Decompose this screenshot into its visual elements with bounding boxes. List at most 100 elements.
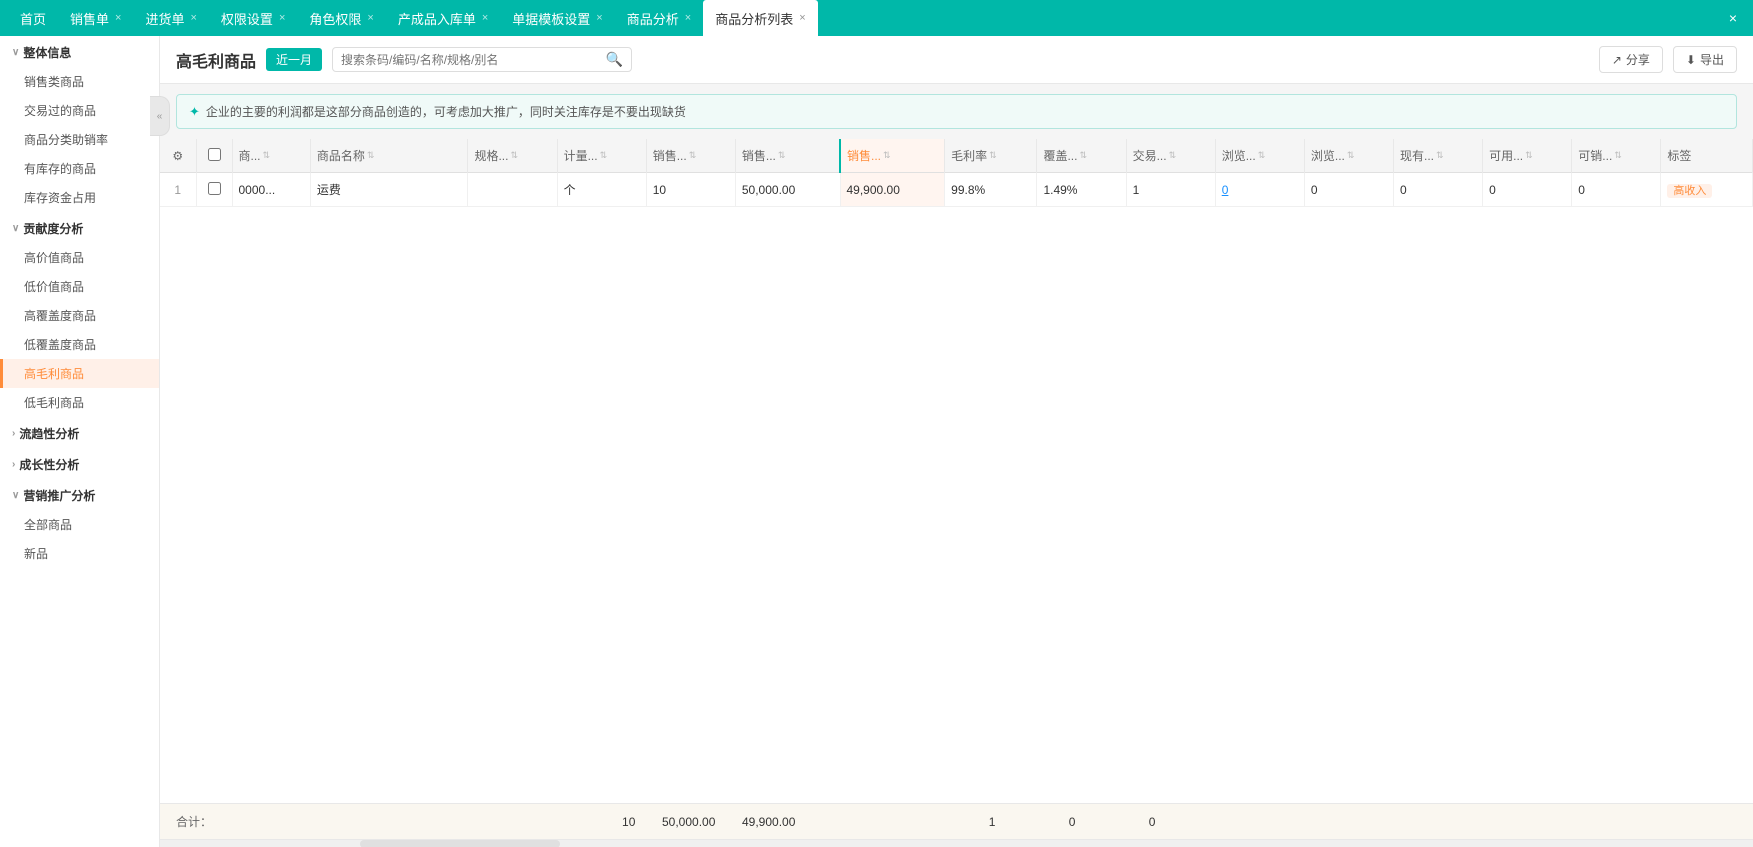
time-filter-button[interactable]: 近一月: [266, 48, 322, 71]
close-purchase-order[interactable]: ×: [190, 12, 196, 24]
sort-sales-qty-icon: ⇅: [689, 150, 697, 161]
col-checkbox-header[interactable]: [196, 139, 232, 173]
product-name-cell: 运费: [310, 173, 468, 207]
sidebar-item-sales-products[interactable]: 销售类商品: [0, 67, 159, 96]
col-name-header[interactable]: 商品名称 ⇅: [310, 139, 468, 173]
products-table: ⚙ 商... ⇅ 商品名称: [160, 139, 1753, 207]
col-sales-qty-header[interactable]: 销售... ⇅: [646, 139, 735, 173]
col-browse2-header[interactable]: 浏览... ⇅: [1304, 139, 1393, 173]
col-sales-profit-header[interactable]: 销售... ⇅: [840, 139, 945, 173]
col-saleable-header[interactable]: 可销... ⇅: [1572, 139, 1661, 173]
sidebar-item-high-coverage[interactable]: 高覆盖度商品: [0, 301, 159, 330]
search-icon[interactable]: 🔍: [606, 51, 623, 68]
search-box[interactable]: 🔍: [332, 47, 632, 72]
window-close-icon[interactable]: ×: [1729, 10, 1737, 26]
sort-spec-icon: ⇅: [510, 150, 518, 161]
sidebar-item-new-products[interactable]: 新品: [0, 539, 159, 568]
col-current-stock-header[interactable]: 现有... ⇅: [1394, 139, 1483, 173]
close-product-analysis[interactable]: ×: [685, 12, 691, 24]
current-stock-cell: 0: [1394, 173, 1483, 207]
close-roles[interactable]: ×: [367, 12, 373, 24]
col-coverage-header[interactable]: 覆盖... ⇅: [1037, 139, 1126, 173]
sort-coverage-icon: ⇅: [1079, 150, 1087, 161]
col-spec-header[interactable]: 规格... ⇅: [468, 139, 557, 173]
sidebar-item-high-margin[interactable]: 高毛利商品: [0, 359, 159, 388]
nav-product-analysis[interactable]: 商品分析 ×: [615, 0, 703, 36]
nav-products-inbound[interactable]: 产成品入库单 ×: [386, 0, 500, 36]
footer-sales-profit: 49,900.00: [722, 815, 802, 829]
nav-roles[interactable]: 角色权限 ×: [297, 0, 385, 36]
share-button[interactable]: ↗ 分享: [1599, 46, 1663, 73]
col-unit-header[interactable]: 计量... ⇅: [557, 139, 646, 173]
nav-home[interactable]: 首页: [8, 0, 58, 36]
coverage-cell: 1.49%: [1037, 173, 1126, 207]
horizontal-scrollbar[interactable]: [160, 839, 1753, 847]
scrollbar-thumb[interactable]: [360, 840, 560, 847]
sidebar-item-low-coverage[interactable]: 低覆盖度商品: [0, 330, 159, 359]
expand-growth-icon: ›: [12, 459, 15, 470]
footer-transactions: 1: [802, 815, 1002, 829]
sort-code-icon: ⇅: [263, 150, 271, 161]
content-header: 高毛利商品 近一月 🔍 ↗ 分享 ⬇ 导出: [160, 36, 1753, 84]
available-cell: 0: [1483, 173, 1572, 207]
info-banner: ✦ 企业的主要的利润都是这部分商品创造的，可考虑加大推广，同时关注库存是不要出现…: [176, 94, 1737, 129]
col-sales-amount-header[interactable]: 销售... ⇅: [735, 139, 840, 173]
page-title: 高毛利商品: [176, 48, 256, 72]
col-tag-header[interactable]: 标签: [1661, 139, 1753, 173]
sidebar-item-in-stock-products[interactable]: 有库存的商品: [0, 154, 159, 183]
tag-cell: 高收入: [1661, 173, 1753, 207]
footer-sales-qty: 10: [232, 815, 642, 829]
product-unit-cell: 个: [557, 173, 646, 207]
sidebar-item-low-value[interactable]: 低价值商品: [0, 272, 159, 301]
sort-unit-icon: ⇅: [600, 150, 608, 161]
row-checkbox[interactable]: [208, 182, 221, 195]
high-income-tag: 高收入: [1667, 184, 1712, 198]
col-code-header[interactable]: 商... ⇅: [232, 139, 310, 173]
row-num-cell: 1: [160, 173, 196, 207]
nav-permissions[interactable]: 权限设置 ×: [209, 0, 297, 36]
nav-sales-order[interactable]: 销售单 ×: [58, 0, 133, 36]
close-product-analysis-list[interactable]: ×: [799, 12, 805, 24]
nav-template-settings[interactable]: 单据模板设置 ×: [500, 0, 614, 36]
row-checkbox-cell[interactable]: [196, 173, 232, 207]
sidebar-item-stock-capital[interactable]: 库存资金占用: [0, 183, 159, 212]
sidebar-item-category-rate[interactable]: 商品分类助销率: [0, 125, 159, 154]
close-template-settings[interactable]: ×: [596, 12, 602, 24]
browse1-cell[interactable]: 0: [1215, 173, 1304, 207]
sidebar-group-growth[interactable]: › 成长性分析: [0, 448, 159, 479]
sidebar-group-overall[interactable]: ∨ 整体信息: [0, 36, 159, 67]
sort-name-icon: ⇅: [367, 150, 375, 161]
sidebar-group-contribution[interactable]: ∨ 贡献度分析: [0, 212, 159, 243]
col-settings-header[interactable]: ⚙: [160, 139, 196, 173]
share-icon: ↗: [1612, 53, 1622, 67]
sidebar-item-low-margin[interactable]: 低毛利商品: [0, 388, 159, 417]
main-layout: ∨ 整体信息 销售类商品 交易过的商品 商品分类助销率 有库存的商品 库存资金占…: [0, 36, 1753, 847]
sidebar-collapse-button[interactable]: «: [150, 96, 170, 136]
sidebar-item-high-value[interactable]: 高价值商品: [0, 243, 159, 272]
sidebar-container: ∨ 整体信息 销售类商品 交易过的商品 商品分类助销率 有库存的商品 库存资金占…: [0, 36, 160, 847]
expand-overall-icon: ∨: [12, 47, 19, 58]
nav-product-analysis-list[interactable]: 商品分析列表 ×: [703, 0, 817, 36]
close-sales-order[interactable]: ×: [115, 12, 121, 24]
gross-margin-cell: 99.8%: [945, 173, 1037, 207]
search-input[interactable]: [341, 53, 606, 67]
col-transactions-header[interactable]: 交易... ⇅: [1126, 139, 1215, 173]
sidebar-group-marketing[interactable]: ∨ 营销推广分析: [0, 479, 159, 510]
sales-profit-cell: 49,900.00: [840, 173, 945, 207]
export-button[interactable]: ⬇ 导出: [1673, 46, 1737, 73]
table-wrapper[interactable]: ⚙ 商... ⇅ 商品名称: [160, 139, 1753, 803]
close-permissions[interactable]: ×: [279, 12, 285, 24]
settings-icon[interactable]: ⚙: [172, 149, 183, 163]
close-products-inbound[interactable]: ×: [482, 12, 488, 24]
select-all-checkbox[interactable]: [208, 148, 221, 161]
sidebar-group-trend[interactable]: › 流趋性分析: [0, 417, 159, 448]
col-available-header[interactable]: 可用... ⇅: [1483, 139, 1572, 173]
col-browse1-header[interactable]: 浏览... ⇅: [1215, 139, 1304, 173]
sidebar-item-traded-products[interactable]: 交易过的商品: [0, 96, 159, 125]
sort-available-icon: ⇅: [1525, 150, 1533, 161]
nav-purchase-order[interactable]: 进货单 ×: [133, 0, 208, 36]
table-row[interactable]: 1 0000... 运费 个 10 50,000.00 49,900.00 99…: [160, 173, 1753, 207]
col-gross-margin-header[interactable]: 毛利率 ⇅: [945, 139, 1037, 173]
product-spec-cell: [468, 173, 557, 207]
sidebar-item-all-products[interactable]: 全部商品: [0, 510, 159, 539]
